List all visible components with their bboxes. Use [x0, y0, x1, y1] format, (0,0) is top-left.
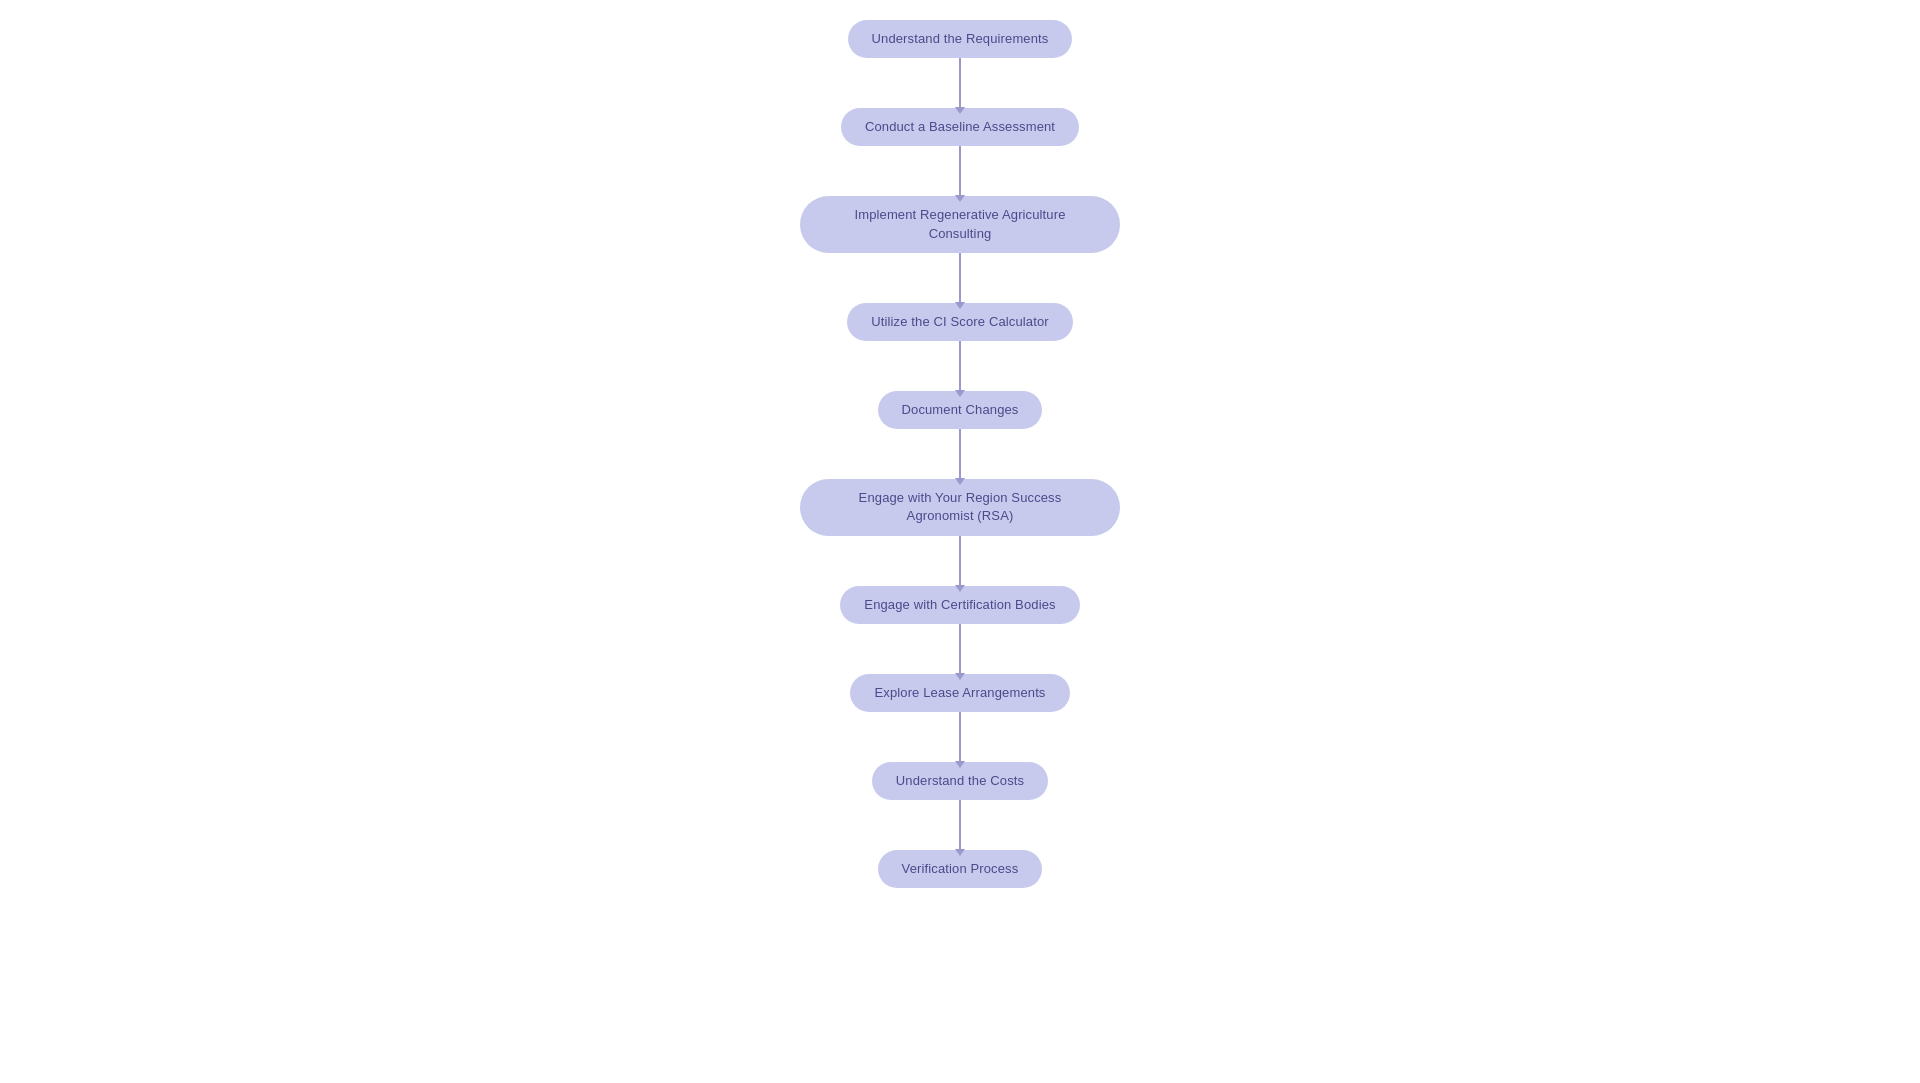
- connector-8: [959, 712, 961, 762]
- connector-2: [959, 146, 961, 196]
- connector-1: [959, 58, 961, 108]
- connector-7: [959, 624, 961, 674]
- connector-5: [959, 429, 961, 479]
- connector-4: [959, 341, 961, 391]
- connector-9: [959, 800, 961, 850]
- connector-6: [959, 536, 961, 586]
- node-understand-requirements[interactable]: Understand the Requirements: [848, 20, 1073, 58]
- node-engage-rsa[interactable]: Engage with Your Region Success Agronomi…: [800, 479, 1120, 535]
- flowchart: Understand the Requirements Conduct a Ba…: [760, 20, 1160, 888]
- connector-3: [959, 253, 961, 303]
- node-implement-regenerative[interactable]: Implement Regenerative Agriculture Consu…: [800, 196, 1120, 252]
